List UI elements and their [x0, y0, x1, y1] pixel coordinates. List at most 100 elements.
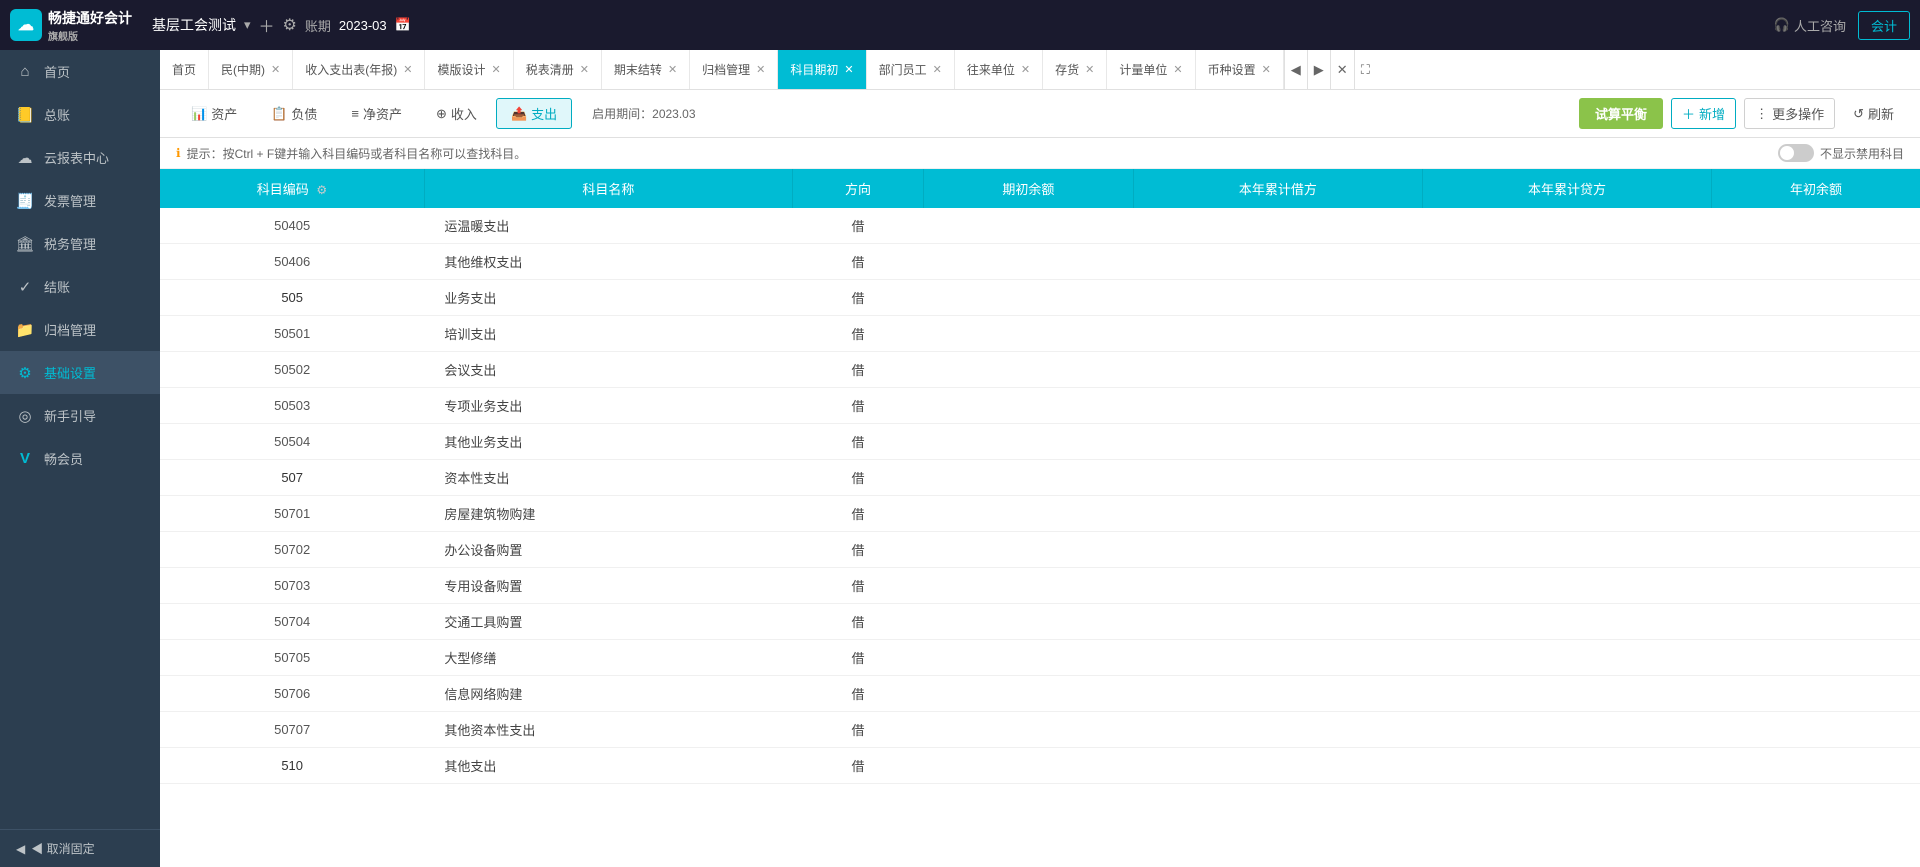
- cat-tab-expense[interactable]: 📤 支出: [496, 98, 572, 129]
- settings-icon[interactable]: ⚙: [283, 15, 297, 35]
- more-button[interactable]: ⋮ 更多操作: [1744, 98, 1835, 129]
- tab-template[interactable]: 模版设计 ✕: [425, 50, 513, 89]
- tab-inventory[interactable]: 存货 ✕: [1043, 50, 1107, 89]
- cell-code: 510: [160, 748, 424, 784]
- cell-credit: [1422, 532, 1711, 568]
- table-row[interactable]: 50707 其他资本性支出 借: [160, 712, 1920, 748]
- cell-credit: [1422, 748, 1711, 784]
- refresh-button[interactable]: ↺ 刷新: [1843, 99, 1904, 128]
- sidebar-label-home: 首页: [44, 62, 70, 81]
- cell-debit: [1133, 208, 1422, 244]
- sidebar-item-close[interactable]: ✓ 结账: [0, 265, 160, 308]
- tab-home-label: 首页: [172, 61, 196, 78]
- table-row[interactable]: 50501 培训支出 借: [160, 316, 1920, 352]
- table-row[interactable]: 505 业务支出 借: [160, 280, 1920, 316]
- tab-subject-close[interactable]: ✕: [844, 63, 853, 76]
- sidebar-item-invoice[interactable]: 🧾 发票管理: [0, 179, 160, 222]
- tab-transfer[interactable]: 期末结转 ✕: [602, 50, 690, 89]
- tab-currency-close[interactable]: ✕: [1262, 63, 1271, 76]
- tab-tax-close[interactable]: ✕: [580, 63, 589, 76]
- disable-toggle[interactable]: [1778, 144, 1814, 162]
- table-row[interactable]: 50701 房屋建筑物购建 借: [160, 496, 1920, 532]
- tab-next[interactable]: ▶: [1307, 50, 1330, 89]
- headset-icon: 🎧: [1774, 17, 1790, 33]
- cat-tab-income-label: 收入: [451, 104, 477, 123]
- tab-home[interactable]: 首页: [160, 50, 209, 89]
- add-button[interactable]: ＋ 新增: [1671, 98, 1736, 129]
- table-row[interactable]: 50705 大型修缮 借: [160, 640, 1920, 676]
- sidebar-item-reports[interactable]: ☁ 云报表中心: [0, 136, 160, 179]
- cell-debit: [1133, 244, 1422, 280]
- cat-tab-assets[interactable]: 📊 资产: [176, 98, 252, 129]
- cat-tab-income[interactable]: ⊕ 收入: [421, 98, 492, 129]
- cell-debit: [1133, 676, 1422, 712]
- sidebar-item-archive[interactable]: 📁 归档管理: [0, 308, 160, 351]
- tab-tax[interactable]: 税表清册 ✕: [514, 50, 602, 89]
- cell-code: 50405: [160, 208, 424, 244]
- tab-template-close[interactable]: ✕: [491, 63, 500, 76]
- table-row[interactable]: 50703 专用设备购置 借: [160, 568, 1920, 604]
- tab-currency[interactable]: 币种设置 ✕: [1196, 50, 1284, 89]
- tab-transfer-close[interactable]: ✕: [668, 63, 677, 76]
- tab-subject[interactable]: 科目期初 ✕: [778, 50, 866, 89]
- cell-name: 交通工具购置: [424, 604, 792, 640]
- table-row[interactable]: 507 资本性支出 借: [160, 460, 1920, 496]
- table-row[interactable]: 50704 交通工具购置 借: [160, 604, 1920, 640]
- sidebar: ⌂ 首页 📒 总账 ☁ 云报表中心 🧾 发票管理 🏛 税务管理 ✓ 结账: [0, 50, 160, 867]
- col-settings-icon[interactable]: ⚙: [316, 183, 327, 197]
- tab-expand[interactable]: ⛶: [1354, 50, 1376, 89]
- tab-prev[interactable]: ◀: [1284, 50, 1307, 89]
- content-area: 首页 民(中期) ✕ 收入支出表(年报) ✕ 模版设计 ✕ 税表清册 ✕: [160, 50, 1920, 867]
- tab-unit-close[interactable]: ✕: [1173, 63, 1182, 76]
- tab-close-all[interactable]: ✕: [1330, 50, 1354, 89]
- sidebar-item-ledger[interactable]: 📒 总账: [0, 93, 160, 136]
- tab-unit[interactable]: 计量单位 ✕: [1107, 50, 1195, 89]
- table-row[interactable]: 50503 专项业务支出 借: [160, 388, 1920, 424]
- sidebar-item-member[interactable]: V 畅会员: [0, 437, 160, 480]
- cell-year-balance: [1712, 604, 1920, 640]
- tab-dept[interactable]: 部门员工 ✕: [867, 50, 955, 89]
- cell-balance: [923, 640, 1133, 676]
- sidebar-item-tax[interactable]: 🏛 税务管理: [0, 222, 160, 265]
- calendar-icon[interactable]: 📅: [395, 17, 411, 33]
- tab-annual-close[interactable]: ✕: [403, 63, 412, 76]
- tab-contact[interactable]: 往来单位 ✕: [955, 50, 1043, 89]
- table-row[interactable]: 50504 其他业务支出 借: [160, 424, 1920, 460]
- company-dropdown-icon[interactable]: ▾: [244, 17, 251, 33]
- support-button[interactable]: 🎧 人工咨询: [1774, 16, 1846, 35]
- sidebar-label-invoice: 发票管理: [44, 191, 96, 210]
- cell-year-balance: [1712, 316, 1920, 352]
- table-row[interactable]: 50406 其他维权支出 借: [160, 244, 1920, 280]
- cell-debit: [1133, 352, 1422, 388]
- tab-dept-close[interactable]: ✕: [933, 63, 942, 76]
- table-row[interactable]: 50405 运温暖支出 借: [160, 208, 1920, 244]
- cell-dir: 借: [793, 388, 924, 424]
- expense-icon: 📤: [511, 106, 527, 122]
- account-button[interactable]: 会计: [1858, 11, 1910, 40]
- table-row[interactable]: 50706 信息网络购建 借: [160, 676, 1920, 712]
- tab-annual[interactable]: 收入支出表(年报) ✕: [293, 50, 425, 89]
- tab-archive-close[interactable]: ✕: [756, 63, 765, 76]
- topbar-right: 🎧 人工咨询 会计: [1774, 11, 1910, 40]
- sidebar-item-guide[interactable]: ◎ 新手引导: [0, 394, 160, 437]
- table-row[interactable]: 50702 办公设备购置 借: [160, 532, 1920, 568]
- tab-period-close[interactable]: ✕: [271, 63, 280, 76]
- tab-archive[interactable]: 归档管理 ✕: [690, 50, 778, 89]
- calc-balance-button[interactable]: 试算平衡: [1579, 98, 1663, 129]
- cat-tab-net[interactable]: ≡ 净资产: [336, 98, 417, 129]
- sidebar-collapse-button[interactable]: ◀ ◀ 取消固定: [0, 829, 160, 867]
- table-row[interactable]: 510 其他支出 借: [160, 748, 1920, 784]
- tab-period[interactable]: 民(中期) ✕: [209, 50, 293, 89]
- cell-name: 专项业务支出: [424, 388, 792, 424]
- cloud-icon: ☁: [16, 149, 34, 167]
- tab-contact-close[interactable]: ✕: [1021, 63, 1030, 76]
- table-row[interactable]: 50502 会议支出 借: [160, 352, 1920, 388]
- refresh-label: 刷新: [1868, 104, 1894, 123]
- sidebar-item-settings[interactable]: ⚙ 基础设置: [0, 351, 160, 394]
- tab-inventory-close[interactable]: ✕: [1085, 63, 1094, 76]
- cat-tab-liability[interactable]: 📋 负债: [256, 98, 332, 129]
- add-tab-button[interactable]: ＋: [259, 13, 275, 37]
- sidebar-item-home[interactable]: ⌂ 首页: [0, 50, 160, 93]
- cell-credit: [1422, 388, 1711, 424]
- app-sub: 旗舰版: [48, 28, 132, 43]
